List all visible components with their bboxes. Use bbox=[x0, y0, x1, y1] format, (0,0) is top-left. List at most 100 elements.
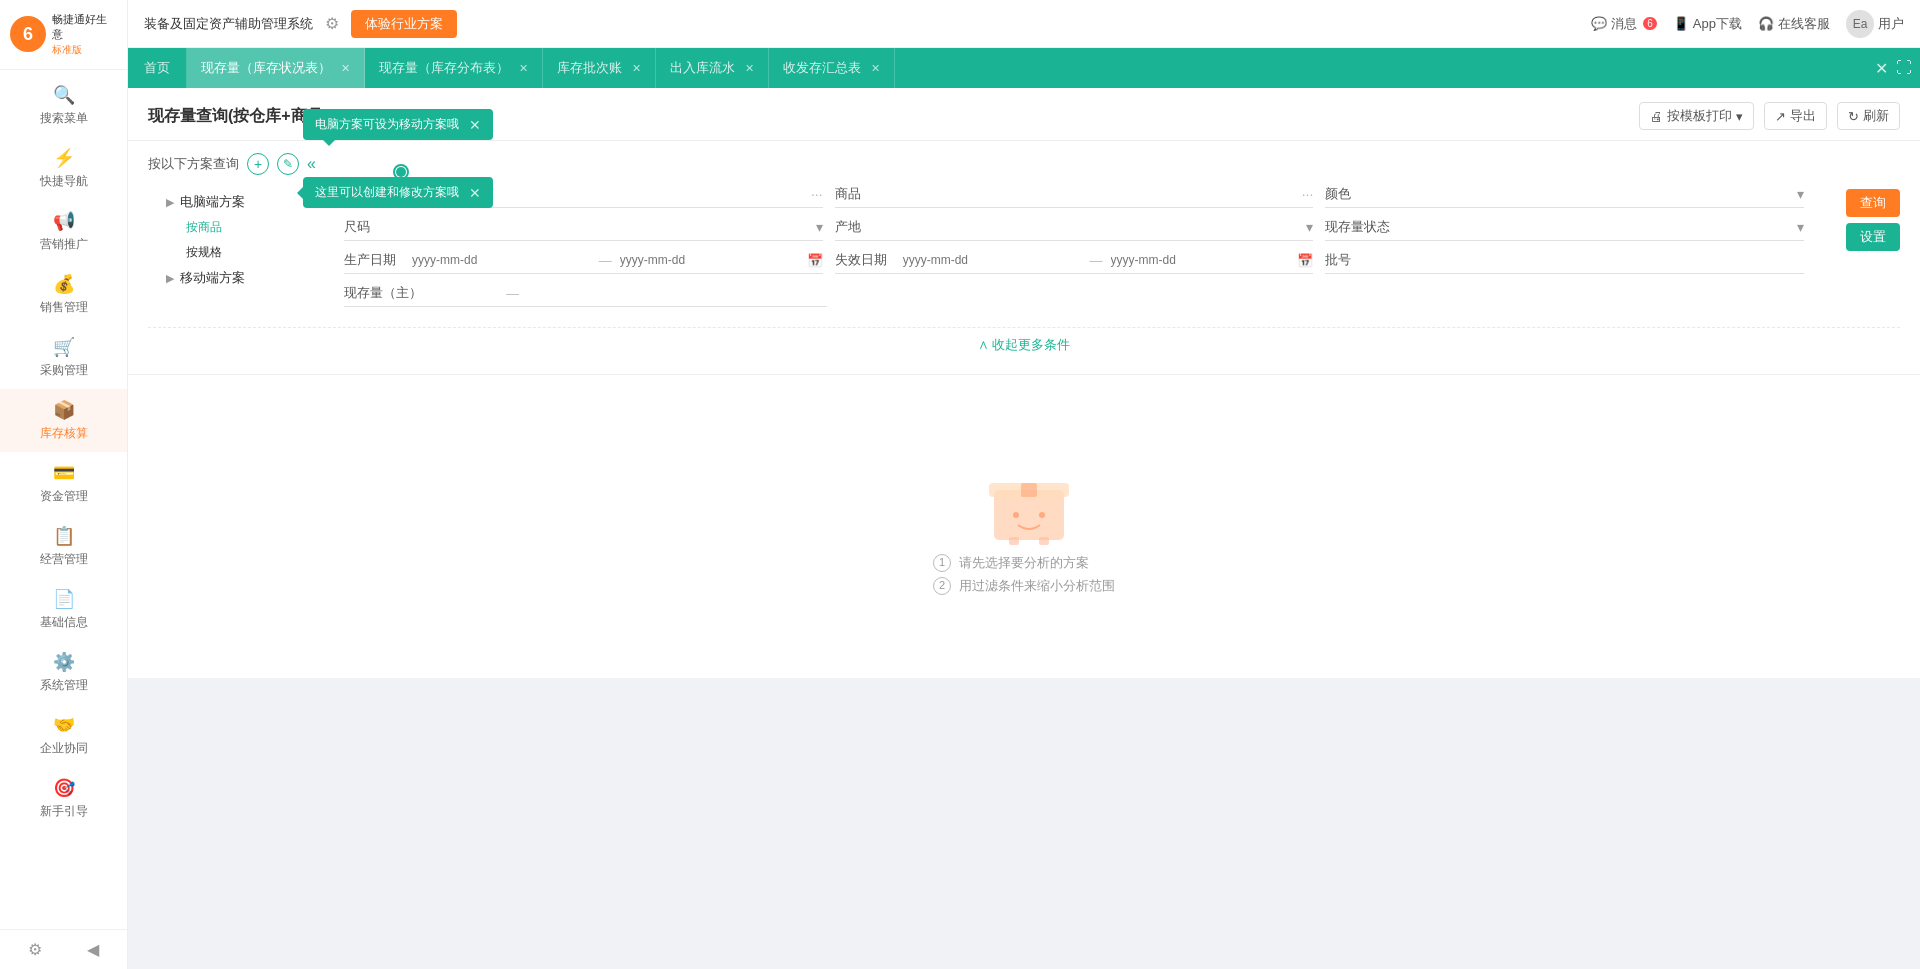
tooltip-scheme-top: 电脑方案可设为移动方案哦 ✕ bbox=[303, 109, 493, 140]
sidebar-item-purchase[interactable]: 🛒 采购管理 bbox=[0, 326, 127, 389]
filter-field-goods: 商品 ··· bbox=[835, 185, 1314, 208]
tab-inventory-dist[interactable]: 现存量（库存分布表） ✕ bbox=[365, 48, 543, 88]
page-actions: 🖨 按模板打印 ▾ ↗ 导出 ↻ 刷新 bbox=[1639, 102, 1900, 130]
color-dropdown-icon[interactable]: ▾ bbox=[1797, 186, 1804, 202]
export-icon: ↗ bbox=[1775, 109, 1786, 124]
batch-input[interactable] bbox=[1393, 253, 1804, 268]
sidebar-item-label: 销售管理 bbox=[40, 299, 88, 316]
collapse-row[interactable]: ∧ 收起更多条件 bbox=[148, 327, 1900, 362]
scheme-item-1[interactable]: 按商品 bbox=[178, 215, 308, 240]
message-btn[interactable]: 💬 消息 6 bbox=[1591, 15, 1657, 33]
print-template-btn[interactable]: 🖨 按模板打印 ▾ bbox=[1639, 102, 1754, 130]
tab-in-out-flow[interactable]: 出入库流水 ✕ bbox=[656, 48, 769, 88]
maximize-btn[interactable]: ⛶ bbox=[1896, 59, 1912, 77]
collapse-sidebar-btn[interactable]: ◀ bbox=[87, 940, 99, 959]
tab-collect-summary-close[interactable]: ✕ bbox=[871, 62, 880, 75]
tab-collect-summary[interactable]: 收发存汇总表 ✕ bbox=[769, 48, 895, 88]
exp-date-start-input[interactable] bbox=[903, 253, 1082, 267]
message-label: 消息 bbox=[1611, 15, 1637, 33]
prod-date-calendar-icon[interactable]: 📅 bbox=[807, 253, 823, 268]
sidebar-item-operations[interactable]: 📋 经营管理 bbox=[0, 515, 127, 578]
sidebar-item-label: 新手引导 bbox=[40, 803, 88, 820]
svg-rect-2 bbox=[1021, 483, 1037, 497]
sidebar-item-enterprise[interactable]: 🤝 企业协同 bbox=[0, 704, 127, 767]
tab-batch-accounts[interactable]: 库存批次账 ✕ bbox=[543, 48, 656, 88]
tab-batch-accounts-close[interactable]: ✕ bbox=[632, 62, 641, 75]
experience-button[interactable]: 体验行业方案 bbox=[351, 10, 457, 38]
print-template-label: 按模板打印 bbox=[1667, 107, 1732, 125]
tab-inventory-status[interactable]: 现存量（库存状况表） ✕ bbox=[187, 48, 365, 88]
size-dropdown-icon[interactable]: ▾ bbox=[816, 219, 823, 235]
sidebar-item-search[interactable]: 🔍 搜索菜单 bbox=[0, 74, 127, 137]
stock-qty-start-input[interactable] bbox=[430, 286, 490, 301]
tooltip-mid-text: 这里可以创建和修改方案哦 bbox=[315, 184, 459, 201]
filter-add-btn[interactable]: + bbox=[247, 153, 269, 175]
filter-row-1: 仓库 ··· 商品 ··· 颜色 bbox=[324, 185, 1804, 208]
tab-home[interactable]: 首页 bbox=[128, 48, 187, 88]
exp-date-end-input[interactable] bbox=[1111, 253, 1290, 267]
sidebar-item-system[interactable]: ⚙️ 系统管理 bbox=[0, 641, 127, 704]
step-1-num: 1 bbox=[933, 554, 951, 572]
filter-field-color: 颜色 ▾ bbox=[1325, 185, 1804, 208]
filter-back-btn[interactable]: « bbox=[307, 155, 316, 173]
exp-date-label: 失效日期 bbox=[835, 251, 895, 269]
goods-input[interactable] bbox=[903, 187, 1294, 202]
desktop-sub-items: 按商品 按规格 bbox=[158, 215, 308, 265]
sidebar-item-finance[interactable]: 💳 资金管理 bbox=[0, 452, 127, 515]
sidebar-bottom: ⚙ ◀ bbox=[0, 929, 127, 969]
sidebar-item-label: 系统管理 bbox=[40, 677, 88, 694]
tabs-bar: 首页 现存量（库存状况表） ✕ 现存量（库存分布表） ✕ 库存批次账 ✕ 出入库… bbox=[128, 48, 1920, 88]
sidebar-item-marketing[interactable]: 📢 营销推广 bbox=[0, 200, 127, 263]
user-area[interactable]: Ea 用户 bbox=[1846, 10, 1904, 38]
phone-icon: 📱 bbox=[1673, 16, 1689, 31]
tab-in-out-flow-close[interactable]: ✕ bbox=[745, 62, 754, 75]
system-icon: ⚙️ bbox=[53, 651, 75, 673]
origin-dropdown-icon[interactable]: ▾ bbox=[1306, 219, 1313, 235]
user-label: 用户 bbox=[1878, 15, 1904, 33]
filter-edit-btn[interactable]: ✎ bbox=[277, 153, 299, 175]
prod-date-start-input[interactable] bbox=[412, 253, 591, 267]
export-label: 导出 bbox=[1790, 107, 1816, 125]
message-badge: 6 bbox=[1643, 17, 1657, 30]
settings-button[interactable]: 设置 bbox=[1846, 223, 1900, 251]
tab-inventory-dist-close[interactable]: ✕ bbox=[519, 62, 528, 75]
content-wrapper: 现存量查询(按仓库+商品) 🖨 按模板打印 ▾ ↗ 导出 ↻ 刷新 bbox=[128, 88, 1920, 678]
color-label: 颜色 bbox=[1325, 185, 1385, 203]
origin-input[interactable] bbox=[903, 220, 1299, 235]
sidebar-item-guide[interactable]: 🎯 新手引导 bbox=[0, 767, 127, 830]
color-input[interactable] bbox=[1393, 187, 1789, 202]
empty-step-1: 1 请先选择要分析的方案 bbox=[933, 551, 1115, 574]
app-download-btn[interactable]: 📱 App下载 bbox=[1673, 15, 1742, 33]
guide-icon: 🎯 bbox=[53, 777, 75, 799]
size-input[interactable] bbox=[412, 220, 808, 235]
sidebar-item-label: 资金管理 bbox=[40, 488, 88, 505]
stock-status-input[interactable] bbox=[1398, 220, 1789, 235]
sidebar-item-inventory[interactable]: 📦 库存核算 bbox=[0, 389, 127, 452]
stock-status-dropdown-icon[interactable]: ▾ bbox=[1797, 219, 1804, 235]
exp-date-calendar-icon[interactable]: 📅 bbox=[1297, 253, 1313, 268]
inventory-icon: 📦 bbox=[53, 399, 75, 421]
search-button[interactable]: 查询 bbox=[1846, 189, 1900, 217]
settings-bottom-btn[interactable]: ⚙ bbox=[28, 940, 42, 959]
sidebar-item-sales[interactable]: 💰 销售管理 bbox=[0, 263, 127, 326]
gear-settings-btn[interactable]: ⚙ bbox=[325, 14, 339, 33]
scheme-item-2[interactable]: 按规格 bbox=[178, 240, 308, 265]
basic-icon: 📄 bbox=[53, 588, 75, 610]
tab-inventory-status-close[interactable]: ✕ bbox=[341, 62, 350, 75]
export-btn[interactable]: ↗ 导出 bbox=[1764, 102, 1827, 130]
tooltip-top-close[interactable]: ✕ bbox=[469, 117, 481, 133]
svg-point-4 bbox=[1039, 512, 1045, 518]
stock-qty-end-input[interactable] bbox=[535, 286, 595, 301]
scheme-desktop[interactable]: ▶ 电脑端方案 bbox=[158, 189, 308, 215]
scheme-mobile[interactable]: ▶ 移动端方案 bbox=[158, 265, 308, 291]
tab-batch-accounts-label: 库存批次账 bbox=[557, 59, 622, 77]
empty-text: 1 请先选择要分析的方案 2 用过滤条件来缩小分析范围 bbox=[933, 551, 1115, 598]
close-all-tabs-btn[interactable]: ✕ bbox=[1875, 59, 1888, 78]
refresh-btn[interactable]: ↻ 刷新 bbox=[1837, 102, 1900, 130]
scheme-desktop-label: 电脑端方案 bbox=[180, 193, 245, 211]
sidebar-item-basic[interactable]: 📄 基础信息 bbox=[0, 578, 127, 641]
prod-date-end-input[interactable] bbox=[620, 253, 799, 267]
tooltip-mid-close[interactable]: ✕ bbox=[469, 185, 481, 201]
sidebar-item-quick[interactable]: ⚡ 快捷导航 bbox=[0, 137, 127, 200]
online-support-btn[interactable]: 🎧 在线客服 bbox=[1758, 15, 1830, 33]
